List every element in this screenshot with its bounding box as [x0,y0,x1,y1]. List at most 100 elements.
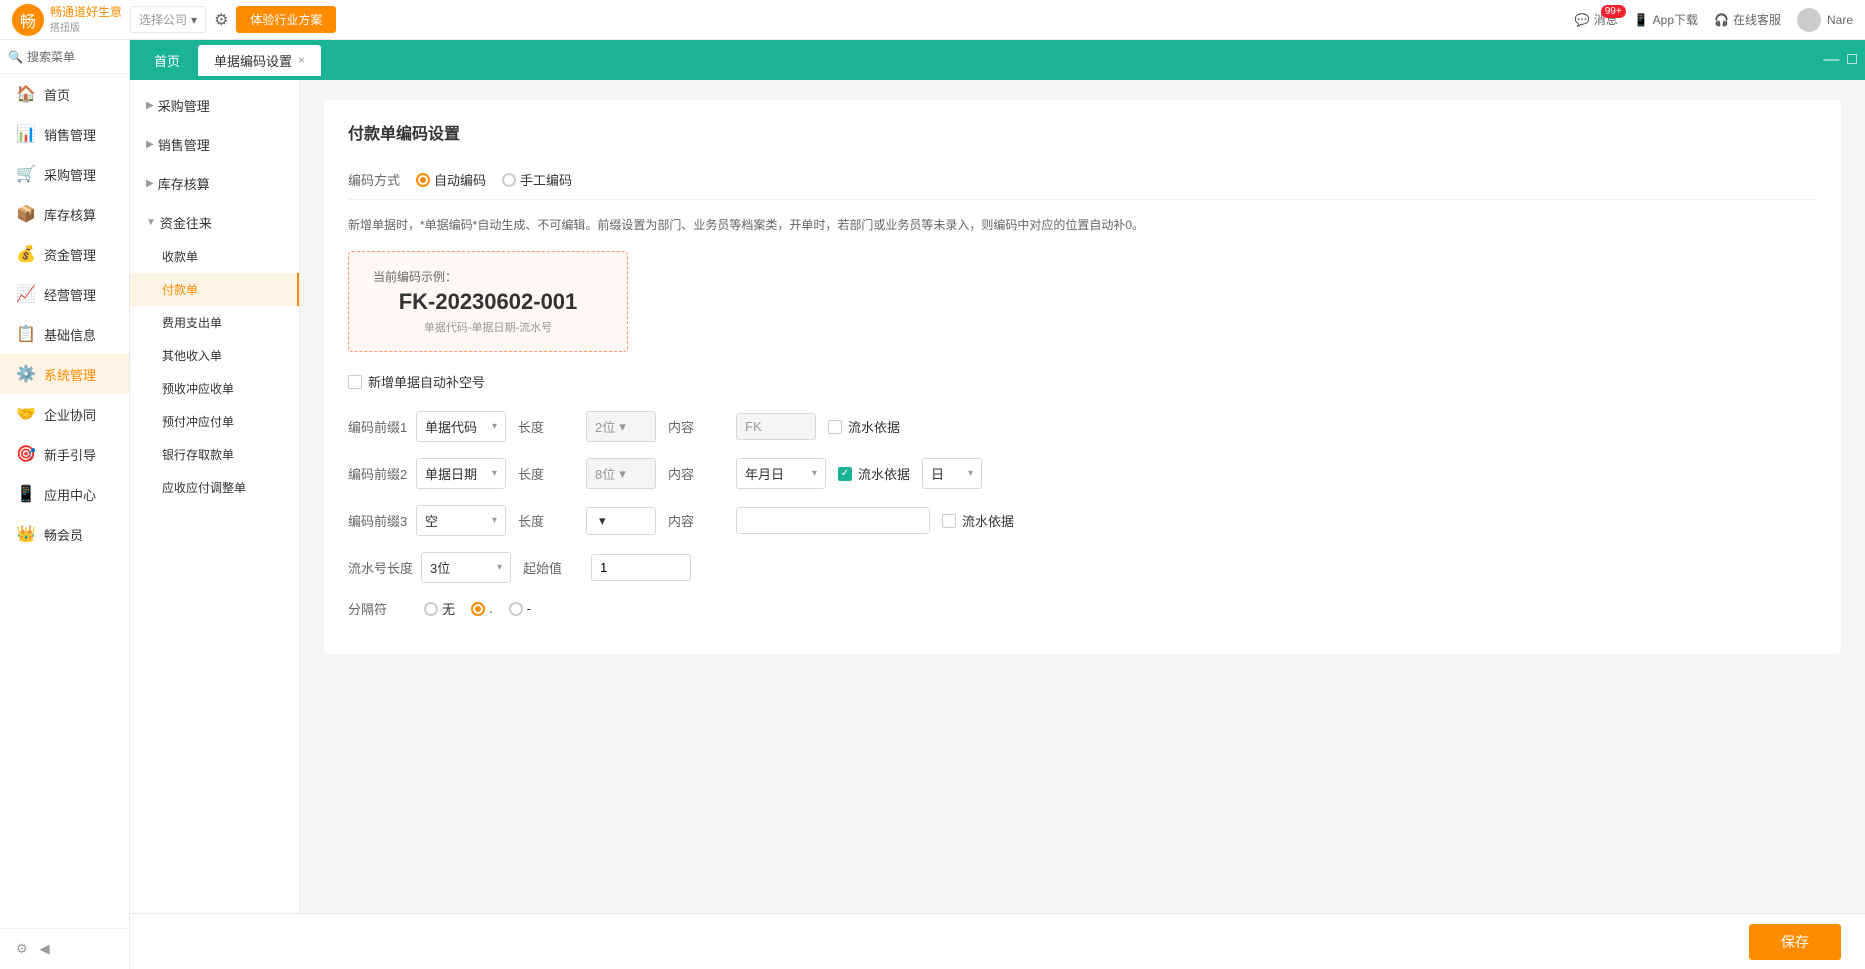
subnav-item-expense[interactable]: 费用支出单 [130,306,299,339]
sidebar-item-appcenter[interactable]: 📱 应用中心 [0,474,129,514]
water3-checkbox-group: 流水依据 [942,511,1014,530]
radio-manual[interactable]: 手工编码 [502,170,572,189]
sidebar-item-system[interactable]: ⚙️ 系统管理 [0,354,129,394]
subnav-item-payment[interactable]: 付款单 [130,273,299,306]
sidebar-item-operation[interactable]: 📈 经营管理 [0,274,129,314]
logo-text: 畅通道好生意 [50,5,122,19]
subnav-purchase-title[interactable]: ▶ 采购管理 [130,88,299,123]
prefix2-field: 编码前缀2 单据日期 ▾ [348,458,506,489]
auto-fill-row: 新增单据自动补空号 [348,372,1817,391]
serial-row: 流水号长度 3位 ▾ 起始值 [348,552,1817,583]
start-value-field: 起始值 [523,554,691,581]
length3-select[interactable]: ▾ [586,507,656,535]
top-bar-right: 💬 消息 99+ 📱 App下载 🎧 在线客服 Nare [1575,8,1853,32]
water1-checkbox[interactable] [828,420,842,434]
start-value-input[interactable] [591,554,691,581]
subnav-purchase-label: 采购管理 [158,96,210,115]
sidebar-item-basic[interactable]: 📋 基础信息 [0,314,129,354]
subnav-item-prepay-receivable[interactable]: 预收冲应收单 [130,372,299,405]
prefix1-select[interactable]: 单据代码 ▾ [416,411,506,442]
tab-home[interactable]: 首页 [138,45,196,76]
sep-none-radio[interactable]: 无 [424,599,455,618]
subnav-inventory-title[interactable]: ▶ 库存核算 [130,166,299,201]
gear-icon[interactable]: ⚙ [214,10,228,30]
sidebar-label-appcenter: 应用中心 [44,485,96,504]
auto-fill-checkbox[interactable] [348,375,362,389]
length2-label: 长度 [518,464,578,483]
content3-input[interactable] [736,507,930,534]
length1-label: 长度 [518,417,578,436]
minimize-icon[interactable]: — [1823,51,1839,69]
sales-icon: 📊 [16,124,36,144]
save-button[interactable]: 保存 [1749,924,1841,960]
sidebar-label-sales: 销售管理 [44,125,96,144]
prefix3-value: 空 [425,511,438,530]
logo-icon: 畅 [12,4,44,36]
guide-icon: 🎯 [16,444,36,464]
sidebar-item-member[interactable]: 👑 畅会员 [0,514,129,554]
tab-active[interactable]: 单据编码设置 × [198,45,321,76]
serial-length-select[interactable]: 3位 ▾ [421,552,511,583]
sidebar-item-guide[interactable]: 🎯 新手引导 [0,434,129,474]
subnav-capital-label: 资金往来 [160,213,212,232]
content2-select[interactable]: 年月日 ▾ [736,458,826,489]
maximize-icon[interactable]: □ [1847,51,1857,69]
sidebar-item-inventory[interactable]: 📦 库存核算 [0,194,129,234]
tab-active-label: 单据编码设置 [214,51,292,70]
period-select[interactable]: 日 ▾ [922,458,982,489]
subnav-capital-title[interactable]: ▼ 资金往来 [130,205,299,240]
separator-label: 分隔符 [348,599,408,618]
sidebar-item-sales[interactable]: 📊 销售管理 [0,114,129,154]
online-service-button[interactable]: 🎧 在线客服 [1714,11,1781,28]
sub-nav: ▶ 采购管理 ▶ 销售管理 ▶ 库存核算 [130,80,300,913]
water2-checkbox[interactable]: ✓ [838,467,852,481]
message-button[interactable]: 💬 消息 99+ [1575,11,1618,28]
water3-checkbox[interactable] [942,514,956,528]
prefix-row-2: 编码前缀2 单据日期 ▾ 长度 8位 ▾ [348,458,1817,489]
sidebar-item-home[interactable]: 🏠 首页 [0,74,129,114]
content2-arrow: ▾ [812,468,817,479]
subnav-inventory-label: 库存核算 [158,174,210,193]
sidebar-settings-icon[interactable]: ⚙ [16,941,28,957]
subnav-item-other-income[interactable]: 其他收入单 [130,339,299,372]
search-menu[interactable]: 🔍 搜索菜单 [0,40,129,74]
subnav-item-receivable-adjust[interactable]: 应收应付调整单 [130,471,299,504]
sidebar-item-finance[interactable]: 💰 资金管理 [0,234,129,274]
experience-btn[interactable]: 体验行业方案 [236,6,336,33]
sep-dot-radio[interactable]: . [471,601,493,616]
sep-dash-radio[interactable]: - [509,601,531,616]
sidebar-label-operation: 经营管理 [44,285,96,304]
subnav-item-prepay-payable[interactable]: 预付冲应付单 [130,405,299,438]
app-download-button[interactable]: 📱 App下载 [1634,11,1698,28]
arrow-icon: ▶ [146,139,154,150]
subnav-item-receipt[interactable]: 收款单 [130,240,299,273]
serial-length-label: 流水号长度 [348,558,413,577]
page-content: ▶ 采购管理 ▶ 销售管理 ▶ 库存核算 [130,80,1865,913]
prefix3-select[interactable]: 空 ▾ [416,505,506,536]
company-dropdown[interactable]: 选择公司 ▾ [130,6,206,33]
finance-icon: 💰 [16,244,36,264]
sidebar-collapse-icon[interactable]: ◀ [40,941,50,957]
subnav-label-bank-deposit: 银行存取款单 [162,448,234,462]
subnav-label-prepay-payable: 预付冲应付单 [162,415,234,429]
tab-close-icon[interactable]: × [298,53,305,67]
user-area[interactable]: Nare [1797,8,1853,32]
prefix-row-3: 编码前缀3 空 ▾ 长度 ▾ [348,505,1817,536]
sidebar-label-home: 首页 [44,85,70,104]
sep-dot-label: . [489,601,493,616]
radio-auto[interactable]: 自动编码 [416,170,486,189]
sidebar-item-purchase[interactable]: 🛒 采购管理 [0,154,129,194]
subnav-item-bank-deposit[interactable]: 银行存取款单 [130,438,299,471]
sidebar-item-enterprise[interactable]: 🤝 企业协同 [0,394,129,434]
radio-manual-dot [502,173,516,187]
sep-none-dot [424,602,438,616]
prefix2-select[interactable]: 单据日期 ▾ [416,458,506,489]
bottom-bar: 保存 [130,913,1865,969]
prefix3-label: 编码前缀3 [348,511,408,530]
sidebar-bottom: ⚙ ◀ [0,928,129,969]
sidebar-label-basic: 基础信息 [44,325,96,344]
sep-dot-dot [471,602,485,616]
prefix2-value: 单据日期 [425,464,477,483]
logo-sub: 搭扭版 [50,19,122,34]
subnav-sales-title[interactable]: ▶ 销售管理 [130,127,299,162]
